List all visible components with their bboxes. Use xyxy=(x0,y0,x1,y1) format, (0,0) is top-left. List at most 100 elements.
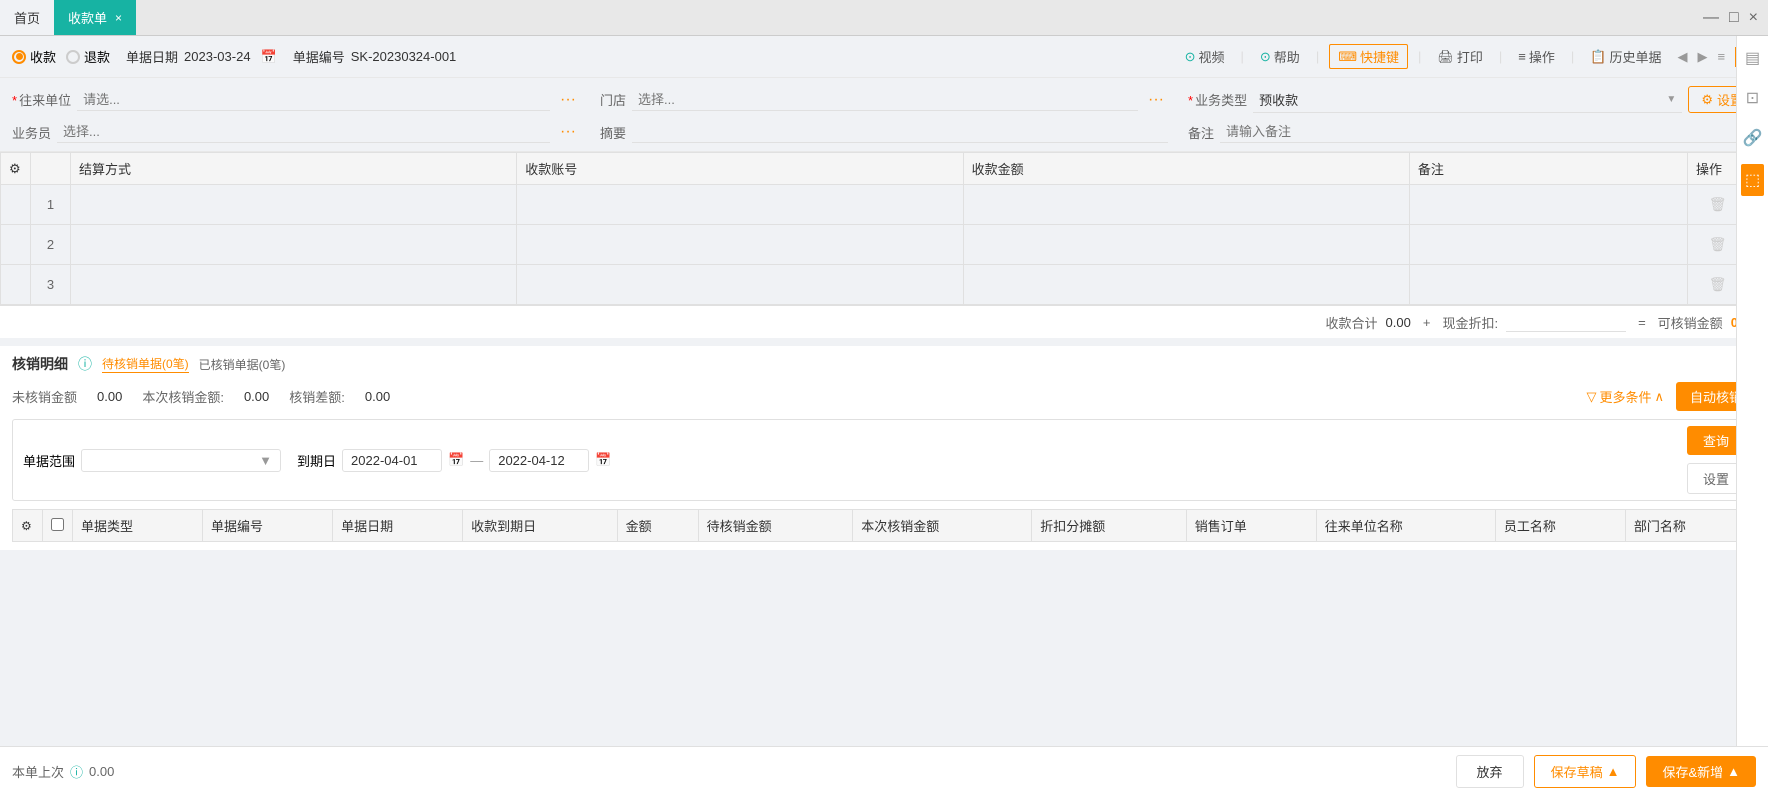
date-label: 单据日期 xyxy=(126,47,178,66)
video-btn[interactable]: ⊙ 视频 xyxy=(1179,45,1231,68)
td-row-2-account[interactable] xyxy=(517,225,963,265)
counterpart-field: 往来单位 ··· xyxy=(12,89,580,111)
tab-receipt-close[interactable]: × xyxy=(115,11,122,25)
td-empty xyxy=(1,185,31,225)
td-row-3-remark[interactable] xyxy=(1409,265,1687,305)
remark-input[interactable] xyxy=(1220,121,1756,143)
discount-input[interactable] xyxy=(1506,312,1626,332)
content-area: 收款 退款 单据日期 2023-03-24 📅 单据编号 SK-20230324… xyxy=(0,36,1768,796)
sidebar-expand-icon[interactable]: ⬚ xyxy=(1741,164,1764,196)
range-label: 单据范围 xyxy=(23,451,75,470)
td-row-1-remark[interactable] xyxy=(1409,185,1687,225)
abandon-btn[interactable]: 放弃 xyxy=(1456,755,1524,788)
save-new-btn[interactable]: 保存&新增 ▲ xyxy=(1646,756,1756,787)
pending-tab[interactable]: 待核销单据(0笔) xyxy=(102,355,189,373)
store-input[interactable] xyxy=(632,89,1138,111)
tab-home[interactable]: 首页 xyxy=(0,0,54,35)
print-btn[interactable]: 🖨 打印 xyxy=(1431,45,1489,68)
sep4: | xyxy=(1499,49,1502,64)
table-area: ⚙ 结算方式 收款账号 收款金额 备注 操作 1 xyxy=(0,152,1768,305)
td-row-2-remark[interactable] xyxy=(1409,225,1687,265)
form-area: 往来单位 ··· 门店 ··· 业务类型 预收款 ▼ xyxy=(0,78,1768,152)
done-tab[interactable]: 已核销单据(0笔) xyxy=(199,356,286,373)
form-row-2: 业务员 ··· 摘要 备注 xyxy=(12,121,1756,143)
nav-prev[interactable]: ◀ xyxy=(1678,49,1688,65)
no-label: 单据编号 xyxy=(293,47,345,66)
calendar-icon[interactable]: 📅 xyxy=(261,49,277,65)
select-all-checkbox[interactable] xyxy=(51,518,64,531)
radio-refund[interactable]: 退款 xyxy=(66,47,110,66)
row-3-delete-icon[interactable]: 🗑 xyxy=(1709,276,1727,292)
tab-bar: 首页 收款单 × — □ × xyxy=(0,0,1768,36)
history-btn[interactable]: 📋 历史单据 xyxy=(1584,45,1667,68)
td-row-3-account[interactable] xyxy=(517,265,963,305)
business-type-select[interactable]: 预收款 ▼ xyxy=(1253,87,1682,113)
history-icon: 📋 xyxy=(1590,49,1606,65)
range-select[interactable]: ▼ xyxy=(81,449,281,472)
shortcut-btn[interactable]: ⌨ 快捷键 xyxy=(1329,44,1408,69)
window-maximize[interactable]: □ xyxy=(1729,9,1739,27)
sidebar-table-icon[interactable]: ▤ xyxy=(1741,44,1764,72)
td-row-3-amount[interactable] xyxy=(963,265,1409,305)
radio-receipt[interactable]: 收款 xyxy=(12,47,56,66)
window-close[interactable]: × xyxy=(1749,9,1758,27)
sep5: | xyxy=(1571,49,1574,64)
plus-sign: + xyxy=(1423,315,1431,330)
th-settings[interactable]: ⚙ xyxy=(1,153,31,185)
tab-receipt[interactable]: 收款单 × xyxy=(54,0,136,35)
info-icon[interactable]: ⓘ xyxy=(78,354,92,374)
td-row-2-amount[interactable] xyxy=(963,225,1409,265)
sep3: | xyxy=(1418,49,1421,64)
store-more-icon[interactable]: ··· xyxy=(1144,91,1168,109)
td-empty xyxy=(1,225,31,265)
more-conditions-btn[interactable]: ▽ 更多条件 ∧ xyxy=(1586,387,1664,406)
sidebar-link-icon[interactable]: 🔗 xyxy=(1739,124,1767,152)
counterpart-input[interactable] xyxy=(77,89,550,111)
bth-date: 单据日期 xyxy=(333,510,463,542)
to-date-input[interactable] xyxy=(489,449,589,472)
op-icon: ≡ xyxy=(1518,49,1526,64)
window-minimize[interactable]: — xyxy=(1703,9,1719,27)
form-row-1: 往来单位 ··· 门店 ··· 业务类型 预收款 ▼ xyxy=(12,86,1756,113)
nav-next[interactable]: ▶ xyxy=(1698,49,1708,65)
this-order-value: 0.00 xyxy=(89,764,114,779)
main-table: ⚙ 结算方式 收款账号 收款金额 备注 操作 1 xyxy=(0,152,1768,305)
table-row: 2 🗑 ⧉ xyxy=(1,225,1768,265)
sidebar-list-icon[interactable]: ⊡ xyxy=(1742,84,1763,112)
uncancelled-value: 0.00 xyxy=(97,389,122,404)
counterpart-more-icon[interactable]: ··· xyxy=(556,91,580,109)
top-toolbar: 收款 退款 单据日期 2023-03-24 📅 单据编号 SK-20230324… xyxy=(0,36,1768,78)
td-row-1-settlement[interactable] xyxy=(71,185,517,225)
th-row-num xyxy=(31,153,71,185)
td-row-1-amount[interactable] xyxy=(963,185,1409,225)
bth-settings[interactable]: ⚙ xyxy=(13,510,43,542)
row-1-delete-icon[interactable]: 🗑 xyxy=(1709,196,1727,212)
from-date-icon[interactable]: 📅 xyxy=(448,452,464,468)
bth-type: 单据类型 xyxy=(73,510,203,542)
row-2-delete-icon[interactable]: 🗑 xyxy=(1709,236,1727,252)
total-value: 0.00 xyxy=(1386,315,1411,330)
shortcut-icon: ⌨ xyxy=(1338,49,1357,65)
help-btn[interactable]: ⊙ 帮助 xyxy=(1254,45,1306,68)
section-title: 核销明细 xyxy=(12,354,68,374)
business-type-field: 业务类型 预收款 ▼ ⚙ 设置 xyxy=(1188,86,1756,113)
help-icon: ⊙ xyxy=(1260,49,1271,65)
business-type-value: 预收款 xyxy=(1259,90,1662,109)
business-type-label: 业务类型 xyxy=(1188,90,1247,109)
from-date-input[interactable] xyxy=(342,449,442,472)
salesman-more-icon[interactable]: ··· xyxy=(556,123,580,141)
th-remark: 备注 xyxy=(1409,153,1687,185)
operation-btn[interactable]: ≡ 操作 xyxy=(1512,45,1561,68)
to-date-icon[interactable]: 📅 xyxy=(595,452,611,468)
td-row-1-account[interactable] xyxy=(517,185,963,225)
diff-value: 0.00 xyxy=(365,389,390,404)
td-row-2-settlement[interactable] xyxy=(71,225,517,265)
verif-right-actions: ▽ 更多条件 ∧ 自动核销 xyxy=(1586,382,1756,411)
list-icon[interactable]: ≡ xyxy=(1718,49,1726,64)
salesman-input[interactable] xyxy=(57,121,550,143)
this-order-info-icon[interactable]: ⓘ xyxy=(70,762,83,781)
td-row-3-settlement[interactable] xyxy=(71,265,517,305)
settings-icon: ⚙ xyxy=(1701,92,1713,108)
draft-btn[interactable]: 保存草稿 ▲ xyxy=(1534,755,1637,788)
summary-input[interactable] xyxy=(632,121,1168,143)
